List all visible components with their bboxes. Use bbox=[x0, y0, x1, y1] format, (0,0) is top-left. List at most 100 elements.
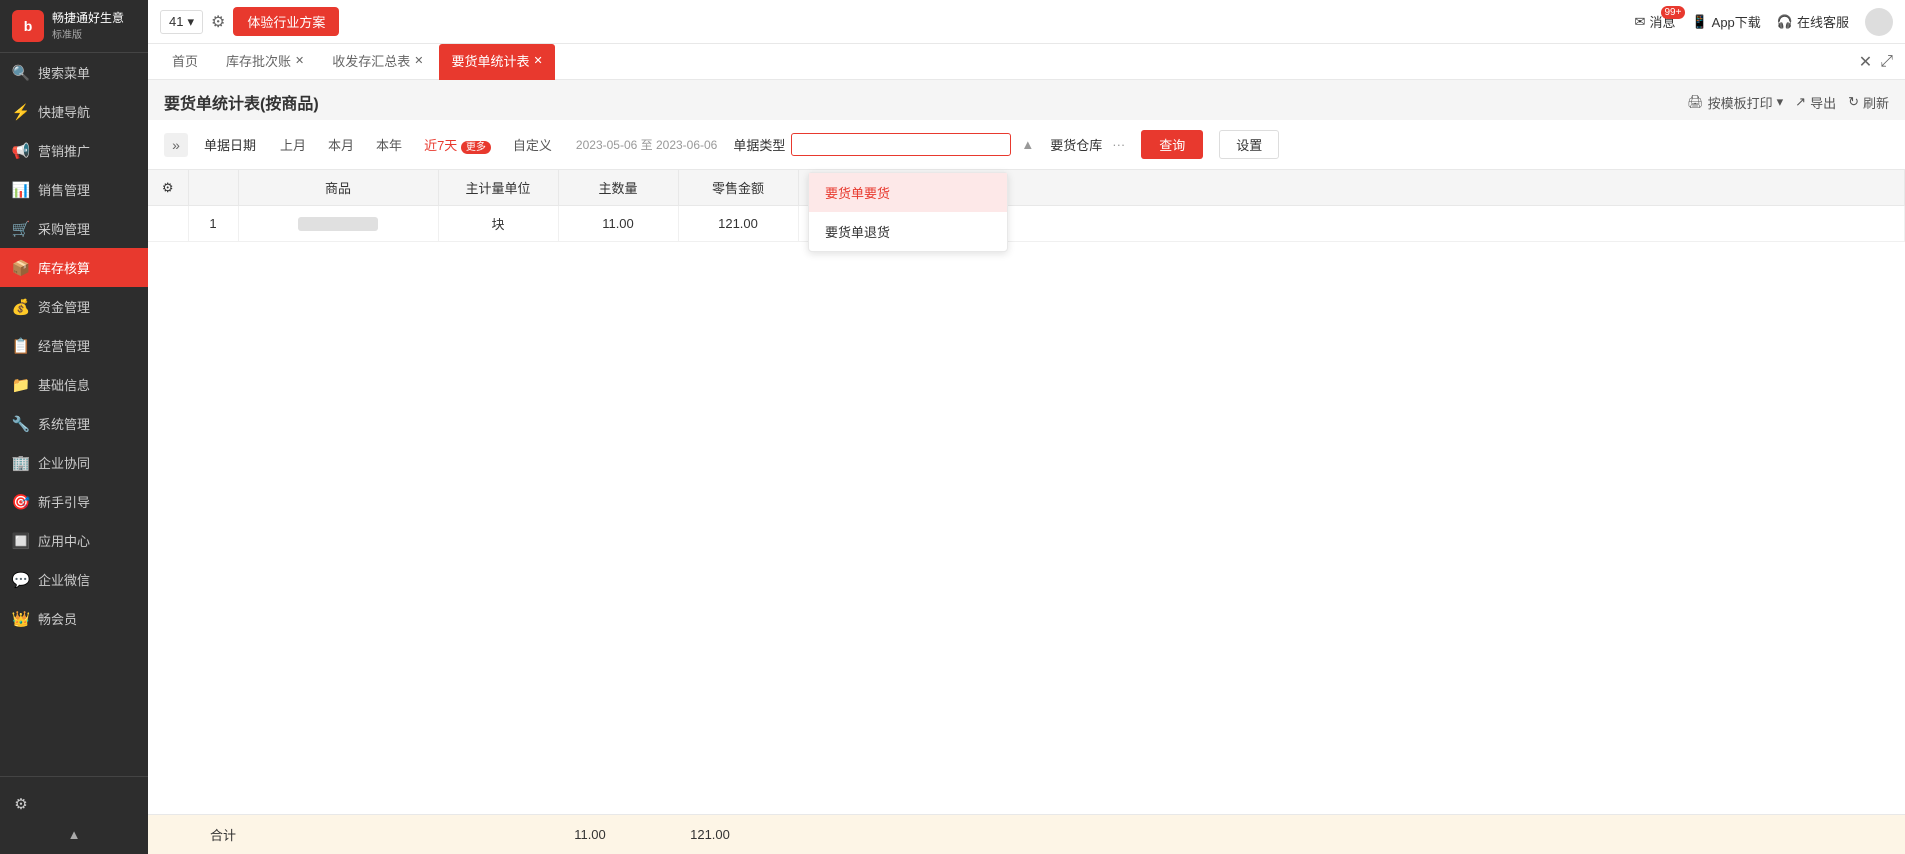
tab-home-label: 首页 bbox=[172, 51, 198, 70]
footer-total-text: 合计 bbox=[210, 828, 236, 843]
sidebar-scroll-down[interactable]: ▲ bbox=[0, 823, 148, 846]
sidebar: b 畅捷通好生意 标准版 🔍 搜索菜单 ⚡ 快捷导航 📢 营销推广 📊 销售管理… bbox=[0, 0, 148, 854]
footer-amount: 121.00 bbox=[650, 827, 770, 842]
sidebar-item-settings[interactable]: ⚙ bbox=[0, 785, 148, 823]
sidebar-label-marketing: 营销推广 bbox=[38, 141, 90, 160]
trial-button[interactable]: 体验行业方案 bbox=[233, 7, 339, 36]
product-placeholder bbox=[298, 217, 378, 231]
sidebar-item-inventory[interactable]: 📦 库存核算 bbox=[0, 248, 148, 287]
sidebar-item-purchase[interactable]: 🛒 采购管理 bbox=[0, 209, 148, 248]
message-icon: ✉ bbox=[1635, 14, 1646, 30]
cell-checkbox bbox=[148, 206, 188, 242]
export-label: 导出 bbox=[1810, 93, 1836, 112]
tab-bar: 首页 库存批次账 ✕ 收发存汇总表 ✕ 要货单统计表 ✕ ✕ ⤢ bbox=[148, 44, 1905, 80]
refresh-btn[interactable]: ↻ 刷新 bbox=[1848, 93, 1889, 112]
tab-summary[interactable]: 收发存汇总表 ✕ bbox=[320, 44, 435, 80]
tab-close-all-icon[interactable]: ✕ bbox=[1859, 52, 1872, 72]
sidebar-item-system[interactable]: 🔧 系统管理 bbox=[0, 404, 148, 443]
filter-area: » 单据日期 上月 本月 本年 近7天 更多 自定义 2023-05-06 至 … bbox=[148, 120, 1905, 170]
marketing-icon: 📢 bbox=[12, 142, 30, 160]
sidebar-label-member: 畅会员 bbox=[38, 609, 77, 628]
sales-icon: 📊 bbox=[12, 181, 30, 199]
tab-summary-close[interactable]: ✕ bbox=[414, 54, 423, 67]
guide-icon: 🎯 bbox=[12, 493, 30, 511]
filter-toggle-btn[interactable]: » bbox=[164, 133, 188, 157]
table-row: 1 块 11.00 121.00 bbox=[148, 206, 1905, 242]
sidebar-label-guide: 新手引导 bbox=[38, 492, 90, 511]
sidebar-label-basics: 基础信息 bbox=[38, 375, 90, 394]
sidebar-item-marketing[interactable]: 📢 营销推广 bbox=[0, 131, 148, 170]
refresh-label: 刷新 bbox=[1863, 93, 1889, 112]
sidebar-item-app-center[interactable]: 🔲 应用中心 bbox=[0, 521, 148, 560]
date-btn-this-year[interactable]: 本年 bbox=[368, 133, 410, 156]
sidebar-item-basics[interactable]: 📁 基础信息 bbox=[0, 365, 148, 404]
sidebar-item-operation[interactable]: 📋 经营管理 bbox=[0, 326, 148, 365]
app-version: 标准版 bbox=[52, 26, 124, 41]
online-service-btn[interactable]: 🎧 在线客服 bbox=[1777, 12, 1849, 31]
app-download-btn[interactable]: 📱 App下载 bbox=[1691, 12, 1760, 31]
messages-btn[interactable]: ✉ 消息 99+ bbox=[1635, 12, 1676, 31]
print-btn[interactable]: 🖨 按模板打印 ▾ bbox=[1687, 93, 1783, 112]
tab-batch[interactable]: 库存批次账 ✕ bbox=[214, 44, 316, 80]
sidebar-item-quick-nav[interactable]: ⚡ 快捷导航 bbox=[0, 92, 148, 131]
type-dropdown-toggle[interactable]: ▲ bbox=[1021, 137, 1034, 152]
purchase-icon: 🛒 bbox=[12, 220, 30, 238]
sidebar-item-sales[interactable]: 📊 销售管理 bbox=[0, 170, 148, 209]
company-id: 41 bbox=[169, 14, 183, 29]
service-icon: 🎧 bbox=[1777, 14, 1793, 30]
footer-qty: 11.00 bbox=[530, 827, 650, 842]
basics-icon: 📁 bbox=[12, 376, 30, 394]
tab-order-stats[interactable]: 要货单统计表 ✕ bbox=[439, 44, 554, 80]
export-icon: ↗ bbox=[1795, 94, 1806, 110]
main-area: 41 ▾ ⚙ 体验行业方案 ✉ 消息 99+ 📱 App下载 🎧 在线客服 首页 bbox=[148, 0, 1905, 854]
sidebar-label-finance: 资金管理 bbox=[38, 297, 90, 316]
query-button[interactable]: 查询 bbox=[1141, 130, 1203, 159]
date-filter-label: 单据日期 bbox=[204, 135, 256, 154]
sidebar-label-sales: 销售管理 bbox=[38, 180, 90, 199]
warehouse-label: 要货仓库 bbox=[1050, 135, 1102, 154]
dropdown-option-order-goods[interactable]: 要货单要货 bbox=[809, 173, 1007, 212]
finance-icon: 💰 bbox=[12, 298, 30, 316]
th-settings[interactable]: ⚙ bbox=[148, 170, 188, 206]
date-btn-last-month[interactable]: 上月 bbox=[272, 133, 314, 156]
date-btn-custom[interactable]: 自定义 bbox=[505, 133, 560, 156]
quick-nav-icon: ⚡ bbox=[12, 103, 30, 121]
sidebar-item-guide[interactable]: 🎯 新手引导 bbox=[0, 482, 148, 521]
tab-expand-icon[interactable]: ⤢ bbox=[1880, 53, 1893, 71]
sidebar-item-finance[interactable]: 💰 资金管理 bbox=[0, 287, 148, 326]
date-shortcuts: 上月 本月 本年 近7天 更多 自定义 bbox=[272, 133, 560, 156]
member-icon: 👑 bbox=[12, 610, 30, 628]
sidebar-label-app-center: 应用中心 bbox=[38, 531, 90, 550]
tab-summary-label: 收发存汇总表 bbox=[332, 51, 410, 70]
phone-icon: 📱 bbox=[1691, 14, 1707, 30]
tab-order-stats-close[interactable]: ✕ bbox=[534, 54, 543, 67]
page-actions: 🖨 按模板打印 ▾ ↗ 导出 ↻ 刷新 bbox=[1687, 93, 1889, 112]
tab-bar-right: ✕ ⤢ bbox=[1859, 52, 1893, 72]
sidebar-bottom: ⚙ ▲ bbox=[0, 776, 148, 854]
sidebar-item-wechat[interactable]: 💬 企业微信 bbox=[0, 560, 148, 599]
print-dropdown-icon: ▾ bbox=[1777, 94, 1784, 110]
tab-home[interactable]: 首页 bbox=[160, 44, 210, 80]
settings-button[interactable]: 设置 bbox=[1219, 130, 1279, 159]
export-btn[interactable]: ↗ 导出 bbox=[1795, 93, 1836, 112]
print-label: 按模板打印 bbox=[1708, 93, 1773, 112]
date-btn-7days[interactable]: 近7天 更多 bbox=[416, 133, 499, 156]
top-bar: 41 ▾ ⚙ 体验行业方案 ✉ 消息 99+ 📱 App下载 🎧 在线客服 bbox=[148, 0, 1905, 44]
tab-batch-close[interactable]: ✕ bbox=[295, 54, 304, 67]
sidebar-item-member[interactable]: 👑 畅会员 bbox=[0, 599, 148, 638]
company-selector[interactable]: 41 ▾ bbox=[160, 10, 203, 34]
sidebar-item-enterprise[interactable]: 🏢 企业协同 bbox=[0, 443, 148, 482]
dropdown-option-order-return[interactable]: 要货单退货 bbox=[809, 212, 1007, 251]
date-btn-this-month[interactable]: 本月 bbox=[320, 133, 362, 156]
search-icon: 🔍 bbox=[12, 64, 30, 82]
warehouse-filter: 要货仓库 ··· bbox=[1050, 135, 1125, 154]
date-range-display: 2023-05-06 至 2023-06-06 bbox=[576, 136, 717, 153]
warehouse-more-icon[interactable]: ··· bbox=[1112, 137, 1125, 152]
dropdown-option-order-goods-label: 要货单要货 bbox=[825, 186, 890, 201]
sidebar-item-search[interactable]: 🔍 搜索菜单 bbox=[0, 53, 148, 92]
cell-amount: 121.00 bbox=[678, 206, 798, 242]
th-product: 商品 bbox=[238, 170, 438, 206]
user-avatar[interactable] bbox=[1865, 8, 1893, 36]
topbar-settings-icon[interactable]: ⚙ bbox=[211, 12, 225, 32]
type-filter-input[interactable] bbox=[791, 133, 1011, 156]
